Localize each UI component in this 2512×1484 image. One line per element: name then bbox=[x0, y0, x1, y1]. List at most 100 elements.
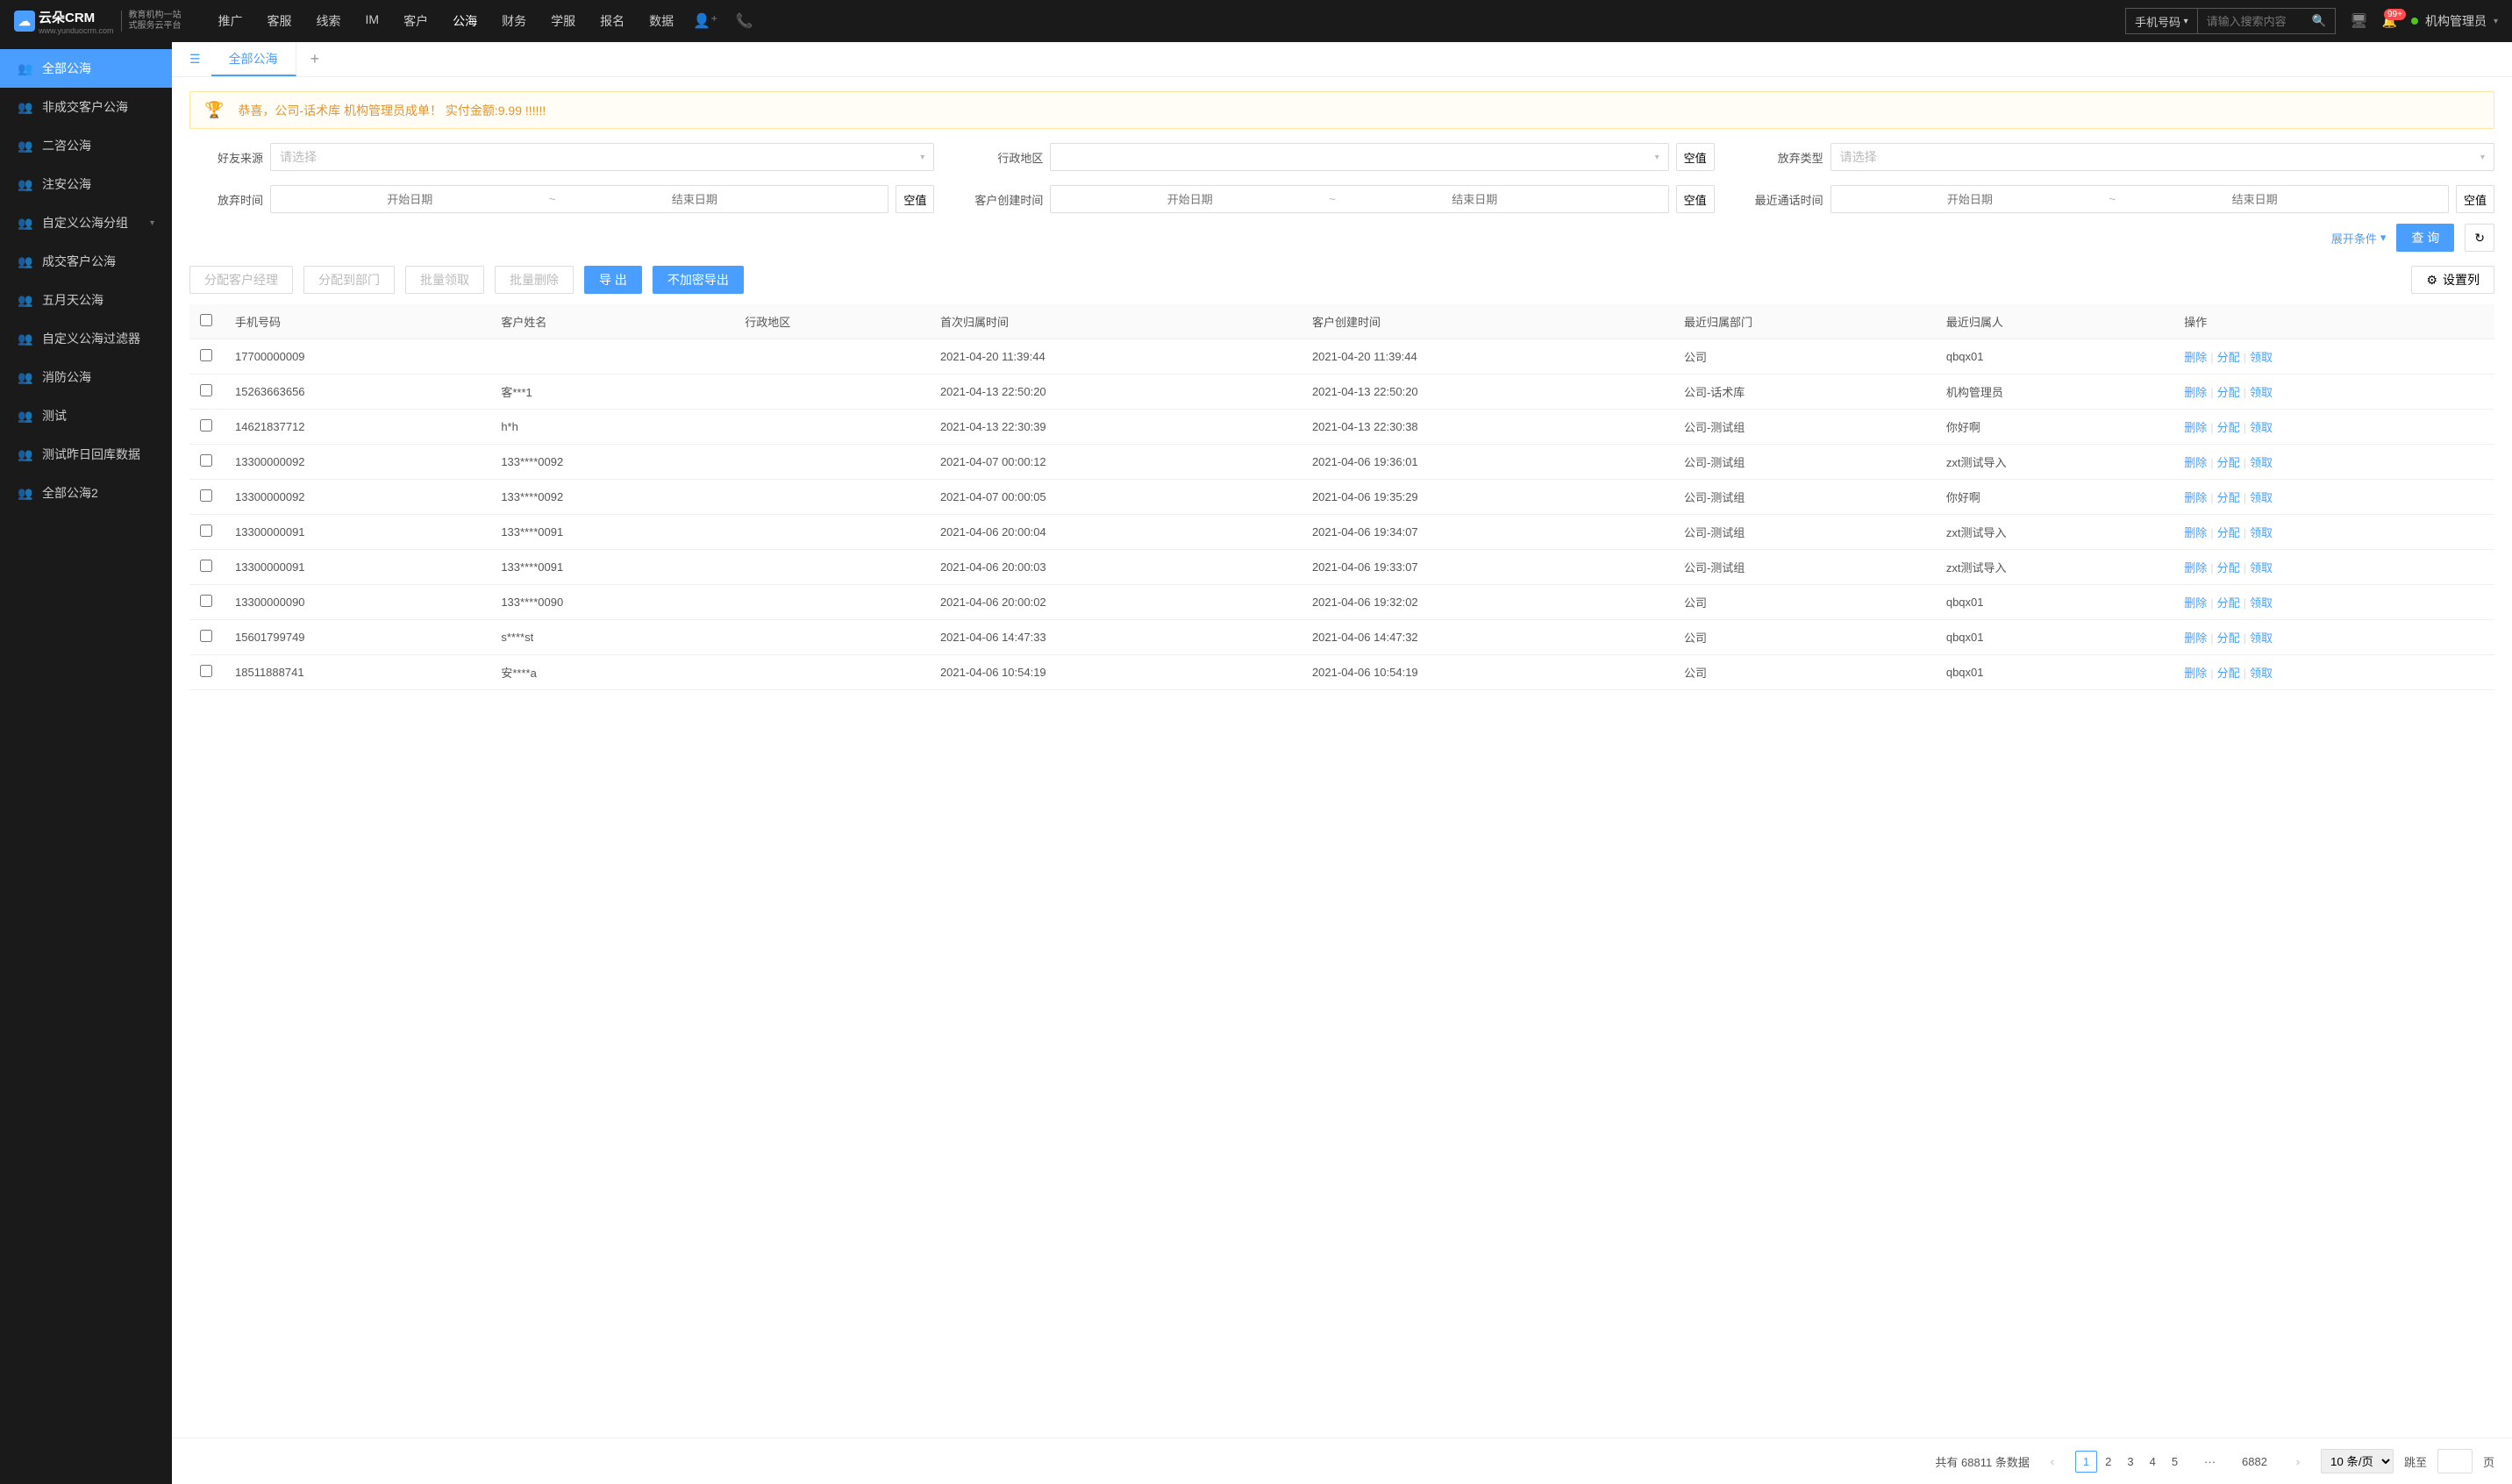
row-claim-link[interactable]: 领取 bbox=[2250, 526, 2273, 539]
row-delete-link[interactable]: 删除 bbox=[2184, 667, 2207, 680]
pager-next[interactable]: › bbox=[2286, 1451, 2310, 1473]
filter-create-time-range[interactable]: ~ bbox=[1050, 185, 1668, 213]
row-delete-link[interactable]: 删除 bbox=[2184, 561, 2207, 574]
nav-item[interactable]: 线索 bbox=[315, 9, 343, 33]
nav-item[interactable]: 财务 bbox=[500, 9, 528, 33]
row-assign-link[interactable]: 分配 bbox=[2217, 526, 2240, 539]
filter-source-select[interactable]: 请选择▾ bbox=[270, 143, 934, 171]
query-button[interactable]: 查 询 bbox=[2396, 224, 2454, 252]
filter-abandon-type-select[interactable]: 请选择▾ bbox=[1830, 143, 2494, 171]
batch-delete-button[interactable]: 批量删除 bbox=[495, 266, 574, 294]
row-claim-link[interactable]: 领取 bbox=[2250, 491, 2273, 504]
sidebar-item[interactable]: 👥测试 bbox=[0, 396, 172, 435]
sidebar-item[interactable]: 👥全部公海2 bbox=[0, 474, 172, 512]
row-assign-link[interactable]: 分配 bbox=[2217, 351, 2240, 364]
row-checkbox[interactable] bbox=[200, 384, 212, 396]
tab-active[interactable]: 全部公海 bbox=[211, 42, 296, 76]
row-checkbox[interactable] bbox=[200, 419, 212, 432]
row-claim-link[interactable]: 领取 bbox=[2250, 596, 2273, 610]
row-checkbox[interactable] bbox=[200, 595, 212, 607]
row-assign-link[interactable]: 分配 bbox=[2217, 596, 2240, 610]
sidebar-item[interactable]: 👥测试昨日回库数据 bbox=[0, 435, 172, 474]
row-claim-link[interactable]: 领取 bbox=[2250, 667, 2273, 680]
row-delete-link[interactable]: 删除 bbox=[2184, 421, 2207, 434]
export-button[interactable]: 导 出 bbox=[584, 266, 642, 294]
user-add-icon[interactable]: 👤⁺ bbox=[693, 12, 717, 30]
row-checkbox[interactable] bbox=[200, 489, 212, 502]
refresh-icon[interactable]: ↻ bbox=[2465, 224, 2494, 252]
sidebar-item[interactable]: 👥注安公海 bbox=[0, 165, 172, 203]
tab-add-button[interactable]: + bbox=[296, 50, 334, 68]
monitor-icon[interactable]: 🖥 bbox=[2350, 12, 2367, 30]
search-icon[interactable]: 🔍 bbox=[2303, 14, 2336, 28]
batch-claim-button[interactable]: 批量领取 bbox=[405, 266, 484, 294]
pager-page[interactable]: 4 bbox=[2142, 1451, 2164, 1473]
filter-region-empty[interactable]: 空值 bbox=[1676, 143, 1715, 171]
pager-last[interactable]: 6882 bbox=[2234, 1451, 2275, 1473]
row-claim-link[interactable]: 领取 bbox=[2250, 456, 2273, 469]
row-checkbox[interactable] bbox=[200, 524, 212, 537]
assign-dept-button[interactable]: 分配到部门 bbox=[303, 266, 395, 294]
tab-list-icon[interactable]: ☰ bbox=[179, 52, 211, 67]
nav-item[interactable]: 数据 bbox=[647, 9, 675, 33]
filter-create-time-empty[interactable]: 空值 bbox=[1676, 185, 1715, 213]
row-delete-link[interactable]: 删除 bbox=[2184, 456, 2207, 469]
pager-page[interactable]: 2 bbox=[2097, 1451, 2119, 1473]
logo[interactable]: ☁ 云朵CRM www.yunduocrm.com 教育机构一站式服务云平台 bbox=[14, 8, 182, 35]
sidebar-item[interactable]: 👥自定义公海过滤器 bbox=[0, 319, 172, 358]
pager-page[interactable]: 1 bbox=[2075, 1451, 2097, 1473]
row-delete-link[interactable]: 删除 bbox=[2184, 386, 2207, 399]
search-type-select[interactable]: 手机号码 ▾ bbox=[2126, 9, 2198, 33]
row-assign-link[interactable]: 分配 bbox=[2217, 667, 2240, 680]
set-columns-button[interactable]: ⚙设置列 bbox=[2411, 266, 2494, 294]
row-claim-link[interactable]: 领取 bbox=[2250, 386, 2273, 399]
row-checkbox[interactable] bbox=[200, 560, 212, 572]
row-delete-link[interactable]: 删除 bbox=[2184, 526, 2207, 539]
phone-icon[interactable]: 📞 bbox=[735, 12, 753, 30]
sidebar-item[interactable]: 👥五月天公海 bbox=[0, 281, 172, 319]
sidebar-item[interactable]: 👥全部公海 bbox=[0, 49, 172, 88]
filter-abandon-time-empty[interactable]: 空值 bbox=[896, 185, 934, 213]
row-checkbox[interactable] bbox=[200, 665, 212, 677]
notification-icon[interactable]: 🔔99+ bbox=[2382, 14, 2397, 29]
expand-filters-link[interactable]: 展开条件 ▾ bbox=[2331, 230, 2387, 246]
row-checkbox[interactable] bbox=[200, 630, 212, 642]
filter-recent-call-range[interactable]: ~ bbox=[1830, 185, 2449, 213]
pager-jump-input[interactable] bbox=[2437, 1449, 2473, 1473]
filter-abandon-time-range[interactable]: ~ bbox=[270, 185, 888, 213]
pager-page[interactable]: 5 bbox=[2164, 1451, 2186, 1473]
row-checkbox[interactable] bbox=[200, 349, 212, 361]
sidebar-item[interactable]: 👥二咨公海 bbox=[0, 126, 172, 165]
row-claim-link[interactable]: 领取 bbox=[2250, 631, 2273, 645]
export-plain-button[interactable]: 不加密导出 bbox=[653, 266, 744, 294]
row-assign-link[interactable]: 分配 bbox=[2217, 561, 2240, 574]
row-claim-link[interactable]: 领取 bbox=[2250, 561, 2273, 574]
nav-item[interactable]: 公海 bbox=[451, 9, 479, 33]
sidebar-item[interactable]: 👥消防公海 bbox=[0, 358, 172, 396]
row-assign-link[interactable]: 分配 bbox=[2217, 421, 2240, 434]
row-assign-link[interactable]: 分配 bbox=[2217, 386, 2240, 399]
pager-page[interactable]: 3 bbox=[2119, 1451, 2141, 1473]
row-assign-link[interactable]: 分配 bbox=[2217, 456, 2240, 469]
row-claim-link[interactable]: 领取 bbox=[2250, 351, 2273, 364]
sidebar-item[interactable]: 👥成交客户公海 bbox=[0, 242, 172, 281]
nav-item[interactable]: 推广 bbox=[217, 9, 245, 33]
search-input[interactable] bbox=[2198, 15, 2303, 28]
select-all-checkbox[interactable] bbox=[200, 314, 212, 326]
row-delete-link[interactable]: 删除 bbox=[2184, 596, 2207, 610]
sidebar-item[interactable]: 👥非成交客户公海 bbox=[0, 88, 172, 126]
row-assign-link[interactable]: 分配 bbox=[2217, 491, 2240, 504]
nav-item[interactable]: 客服 bbox=[266, 9, 294, 33]
nav-item[interactable]: 学服 bbox=[549, 9, 577, 33]
row-delete-link[interactable]: 删除 bbox=[2184, 351, 2207, 364]
row-assign-link[interactable]: 分配 bbox=[2217, 631, 2240, 645]
nav-item[interactable]: 报名 bbox=[598, 9, 626, 33]
row-delete-link[interactable]: 删除 bbox=[2184, 631, 2207, 645]
filter-recent-call-empty[interactable]: 空值 bbox=[2456, 185, 2494, 213]
filter-region-select[interactable]: ▾ bbox=[1050, 143, 1668, 171]
pager-size-select[interactable]: 10 条/页 bbox=[2321, 1449, 2394, 1473]
pager-prev[interactable]: ‹ bbox=[2040, 1451, 2065, 1473]
nav-item[interactable]: 客户 bbox=[402, 9, 430, 33]
row-claim-link[interactable]: 领取 bbox=[2250, 421, 2273, 434]
user-menu[interactable]: 机构管理员 ▾ bbox=[2411, 12, 2498, 30]
